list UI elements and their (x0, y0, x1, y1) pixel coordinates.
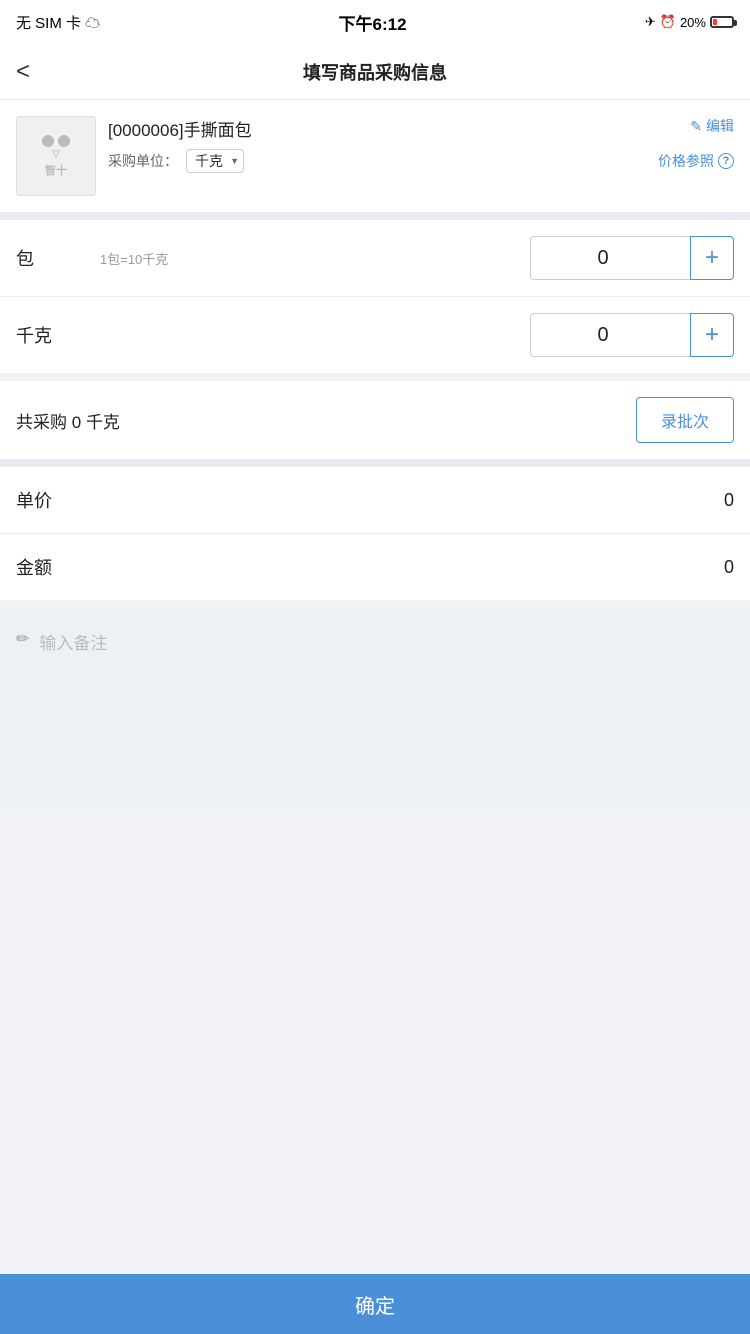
product-meta: 采购单位： 千克 包 价格参照 ? (108, 149, 734, 173)
nav-bar: < 填写商品采购信息 (0, 44, 750, 100)
amount-label: 金额 (16, 554, 52, 580)
unit-wrapper[interactable]: 千克 包 (186, 149, 244, 173)
battery-percent: 20% (680, 15, 706, 30)
owl-eye-right (58, 135, 70, 147)
price-ref-button[interactable]: 价格参照 ? (658, 151, 734, 171)
location-icon: ✈ (645, 14, 656, 30)
kg-row: 千克 + (0, 297, 750, 373)
confirm-button[interactable]: 确定 (0, 1274, 750, 1334)
pricing-section: 单价 0 金额 0 (0, 467, 750, 601)
pack-plus-button[interactable]: + (690, 236, 734, 280)
total-unit: 千克 (86, 413, 120, 432)
amount-value: 0 (724, 557, 734, 578)
unit-label: 采购单位： (108, 151, 178, 171)
product-info: [0000006]手撕面包 ✎ 编辑 采购单位： 千克 包 价格参照 ? (108, 116, 734, 173)
total-label: 共采购 (16, 413, 67, 432)
pack-label: 包 (16, 245, 96, 271)
main-content: ▽ 智十 [0000006]手撕面包 ✎ 编辑 采购单位： 千克 包 (0, 100, 750, 869)
notes-section[interactable]: ✏ 输入备注 (0, 609, 750, 809)
status-left: 无 SIM 卡 ☁ (16, 12, 100, 33)
edit-icon: ✎ (690, 118, 702, 135)
alarm-icon: ⏰ (660, 14, 676, 30)
status-right: ✈ ⏰ 20% (645, 14, 734, 30)
kg-label: 千克 (16, 322, 96, 348)
pack-quantity-input[interactable] (530, 236, 690, 280)
status-bar: 无 SIM 卡 ☁ 下午6:12 ✈ ⏰ 20% (0, 0, 750, 44)
unit-price-row: 单价 0 (0, 467, 750, 534)
pack-input-group: + (530, 236, 734, 280)
owl-eyes (42, 135, 70, 147)
pack-row: 包 1包=10千克 + (0, 220, 750, 297)
owl-text: 智十 (45, 162, 67, 178)
no-sim-text: 无 SIM 卡 ☁ (16, 12, 100, 33)
edit-button[interactable]: ✎ 编辑 (690, 116, 734, 136)
product-image: ▽ 智十 (16, 116, 96, 196)
owl-eye-left (42, 135, 54, 147)
total-row: 共采购 0 千克 录批次 (0, 381, 750, 467)
pack-sub-label: 1包=10千克 (100, 249, 168, 268)
amount-row: 金额 0 (0, 534, 750, 601)
battery-icon (710, 16, 734, 28)
form-pack-section: 包 1包=10千克 + 千克 + (0, 220, 750, 373)
status-time: 下午6:12 (339, 10, 407, 35)
page-title: 填写商品采购信息 (303, 59, 447, 85)
kg-plus-button[interactable]: + (690, 313, 734, 357)
unit-select[interactable]: 千克 包 (186, 149, 244, 173)
product-card: ▽ 智十 [0000006]手撕面包 ✎ 编辑 采购单位： 千克 包 (0, 100, 750, 220)
total-text: 共采购 0 千克 (16, 408, 120, 433)
unit-price-label: 单价 (16, 487, 52, 513)
kg-input-group: + (530, 313, 734, 357)
notes-placeholder: 输入备注 (39, 629, 107, 654)
kg-quantity-input[interactable] (530, 313, 690, 357)
product-name: [0000006]手撕面包 (108, 116, 252, 141)
edit-label: 编辑 (706, 116, 734, 136)
back-button[interactable]: < (16, 58, 30, 86)
record-batch-button[interactable]: 录批次 (636, 397, 734, 443)
pencil-icon: ✏ (16, 629, 29, 649)
owl-beak: ▽ (52, 149, 60, 160)
unit-price-value: 0 (724, 490, 734, 511)
owl-logo: ▽ 智十 (42, 135, 70, 178)
price-ref-icon: ? (718, 153, 734, 169)
total-value: 0 (72, 413, 81, 432)
price-ref-label: 价格参照 (658, 151, 714, 171)
